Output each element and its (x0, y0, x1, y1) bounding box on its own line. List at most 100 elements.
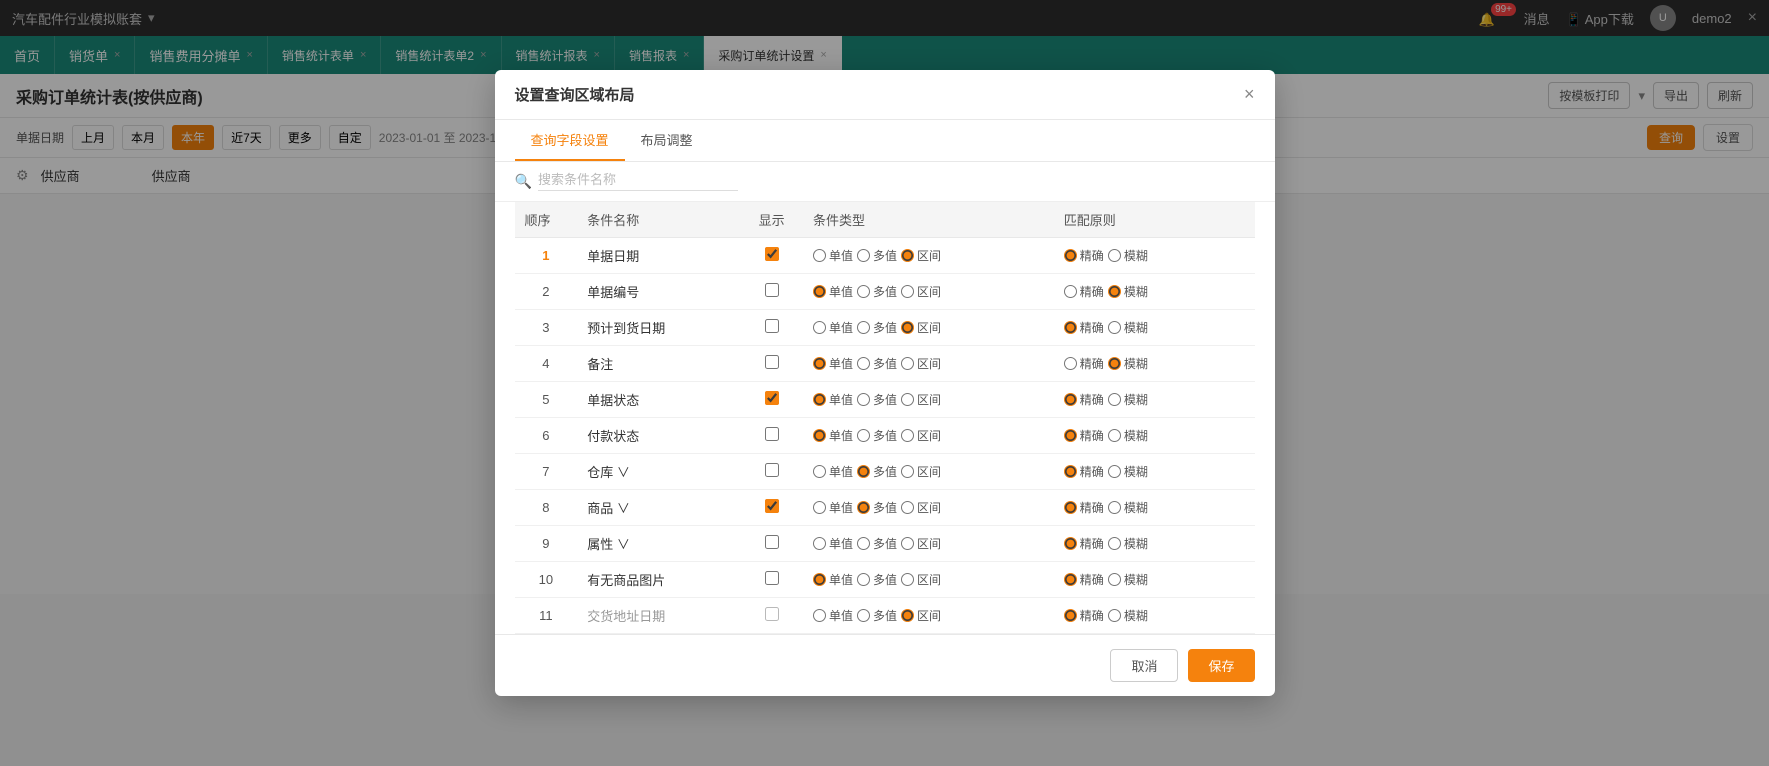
type-multi-label[interactable]: 多值 (857, 355, 897, 372)
type-multi-radio[interactable] (857, 393, 870, 406)
row-display-checkbox[interactable] (765, 607, 779, 621)
type-multi-radio[interactable] (857, 321, 870, 334)
type-multi-radio[interactable] (857, 429, 870, 442)
type-range-radio[interactable] (901, 285, 914, 298)
row-display-checkbox[interactable] (765, 391, 779, 405)
row-display-checkbox[interactable] (765, 283, 779, 297)
match-exact-radio[interactable] (1064, 429, 1077, 442)
type-range-radio[interactable] (901, 321, 914, 334)
match-fuzzy-radio[interactable] (1108, 537, 1121, 550)
type-range-label[interactable]: 区间 (901, 427, 941, 444)
type-single-radio[interactable] (813, 249, 826, 262)
type-single-radio[interactable] (813, 465, 826, 478)
type-multi-radio[interactable] (857, 285, 870, 298)
type-range-radio[interactable] (901, 537, 914, 550)
dialog-tab-query[interactable]: 查询字段设置 (515, 120, 625, 161)
match-exact-radio[interactable] (1064, 501, 1077, 514)
row-display-checkbox[interactable] (765, 535, 779, 549)
type-range-radio[interactable] (901, 465, 914, 478)
type-single-label[interactable]: 单值 (813, 499, 853, 516)
match-exact-label[interactable]: 精确 (1064, 499, 1104, 516)
row-display-checkbox[interactable] (765, 355, 779, 369)
match-fuzzy-radio[interactable] (1108, 285, 1121, 298)
type-range-label[interactable]: 区间 (901, 355, 941, 372)
type-range-label[interactable]: 区间 (901, 283, 941, 300)
type-multi-label[interactable]: 多值 (857, 571, 897, 588)
type-range-label[interactable]: 区间 (901, 499, 941, 516)
type-single-label[interactable]: 单值 (813, 355, 853, 372)
type-single-radio[interactable] (813, 573, 826, 586)
type-single-label[interactable]: 单值 (813, 607, 853, 624)
type-range-label[interactable]: 区间 (901, 319, 941, 336)
cancel-btn[interactable]: 取消 (1110, 649, 1178, 682)
type-single-label[interactable]: 单值 (813, 319, 853, 336)
type-multi-label[interactable]: 多值 (857, 499, 897, 516)
match-exact-radio[interactable] (1064, 285, 1077, 298)
match-exact-radio[interactable] (1064, 537, 1077, 550)
match-exact-label[interactable]: 精确 (1064, 283, 1104, 300)
match-exact-radio[interactable] (1064, 573, 1077, 586)
match-fuzzy-label[interactable]: 模糊 (1108, 499, 1148, 516)
type-range-radio[interactable] (901, 429, 914, 442)
type-range-radio[interactable] (901, 501, 914, 514)
type-single-label[interactable]: 单值 (813, 427, 853, 444)
match-exact-radio[interactable] (1064, 357, 1077, 370)
type-single-radio[interactable] (813, 357, 826, 370)
row-display-checkbox[interactable] (765, 427, 779, 441)
match-fuzzy-label[interactable]: 模糊 (1108, 247, 1148, 264)
match-fuzzy-label[interactable]: 模糊 (1108, 607, 1148, 624)
match-exact-radio[interactable] (1064, 321, 1077, 334)
type-multi-radio[interactable] (857, 249, 870, 262)
type-single-radio[interactable] (813, 321, 826, 334)
type-multi-label[interactable]: 多值 (857, 607, 897, 624)
row-display-checkbox[interactable] (765, 571, 779, 585)
match-exact-label[interactable]: 精确 (1064, 571, 1104, 588)
type-single-label[interactable]: 单值 (813, 463, 853, 480)
type-range-label[interactable]: 区间 (901, 391, 941, 408)
type-single-label[interactable]: 单值 (813, 283, 853, 300)
type-single-radio[interactable] (813, 285, 826, 298)
type-multi-label[interactable]: 多值 (857, 247, 897, 264)
type-single-radio[interactable] (813, 609, 826, 622)
match-fuzzy-label[interactable]: 模糊 (1108, 319, 1148, 336)
match-exact-label[interactable]: 精确 (1064, 535, 1104, 552)
match-fuzzy-radio[interactable] (1108, 357, 1121, 370)
match-fuzzy-radio[interactable] (1108, 393, 1121, 406)
type-multi-label[interactable]: 多值 (857, 319, 897, 336)
match-exact-radio[interactable] (1064, 465, 1077, 478)
match-fuzzy-radio[interactable] (1108, 609, 1121, 622)
match-fuzzy-radio[interactable] (1108, 465, 1121, 478)
match-fuzzy-radio[interactable] (1108, 321, 1121, 334)
type-range-label[interactable]: 区间 (901, 535, 941, 552)
row-display-checkbox[interactable] (765, 247, 779, 261)
type-single-label[interactable]: 单值 (813, 391, 853, 408)
match-exact-radio[interactable] (1064, 609, 1077, 622)
row-display-checkbox[interactable] (765, 319, 779, 333)
type-multi-radio[interactable] (857, 501, 870, 514)
type-single-radio[interactable] (813, 501, 826, 514)
dialog-tab-layout[interactable]: 布局调整 (625, 120, 709, 161)
match-fuzzy-label[interactable]: 模糊 (1108, 391, 1148, 408)
save-btn[interactable]: 保存 (1188, 649, 1254, 682)
match-fuzzy-label[interactable]: 模糊 (1108, 571, 1148, 588)
type-single-radio[interactable] (813, 537, 826, 550)
match-exact-label[interactable]: 精确 (1064, 463, 1104, 480)
type-range-radio[interactable] (901, 573, 914, 586)
type-multi-radio[interactable] (857, 465, 870, 478)
type-single-label[interactable]: 单值 (813, 247, 853, 264)
type-multi-radio[interactable] (857, 537, 870, 550)
type-multi-label[interactable]: 多值 (857, 391, 897, 408)
type-multi-radio[interactable] (857, 609, 870, 622)
type-multi-label[interactable]: 多值 (857, 427, 897, 444)
type-range-label[interactable]: 区间 (901, 247, 941, 264)
row-display-checkbox[interactable] (765, 463, 779, 477)
type-multi-label[interactable]: 多值 (857, 283, 897, 300)
search-input[interactable] (538, 172, 738, 191)
match-fuzzy-label[interactable]: 模糊 (1108, 355, 1148, 372)
match-fuzzy-radio[interactable] (1108, 501, 1121, 514)
type-single-radio[interactable] (813, 429, 826, 442)
type-single-label[interactable]: 单值 (813, 535, 853, 552)
match-exact-label[interactable]: 精确 (1064, 355, 1104, 372)
type-range-label[interactable]: 区间 (901, 571, 941, 588)
match-exact-label[interactable]: 精确 (1064, 607, 1104, 624)
